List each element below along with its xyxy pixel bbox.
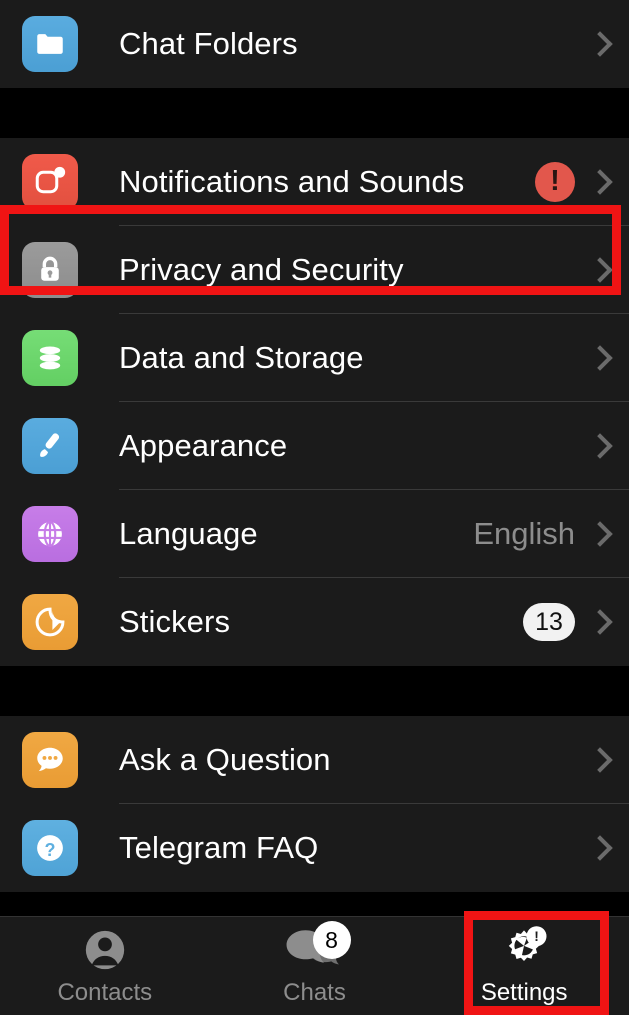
section-gap [0, 88, 629, 138]
telegram-settings-screen: Chat Folders Notifications and Sounds ! [0, 0, 629, 1015]
chevron-right-icon [589, 837, 611, 859]
row-accessories: 13 [523, 603, 629, 641]
tab-settings[interactable]: ! Settings [419, 917, 629, 1015]
settings-row-data-and-storage[interactable]: Data and Storage [0, 314, 629, 402]
row-accessories [589, 749, 629, 771]
settings-row-value: English [473, 516, 575, 551]
svg-text:!: ! [534, 929, 539, 944]
section-help: Ask a Question ? Telegram FAQ [0, 716, 629, 892]
settings-row-privacy-and-security[interactable]: Privacy and Security [0, 226, 629, 314]
tab-contacts[interactable]: Contacts [0, 917, 210, 1015]
row-accessories [589, 259, 629, 281]
section-folders: Chat Folders [0, 0, 629, 88]
chevron-right-icon [589, 611, 611, 633]
settings-row-label: Stickers [119, 604, 231, 639]
tab-chats[interactable]: 8 Chats [210, 917, 420, 1015]
chevron-right-icon [589, 33, 611, 55]
tab-label: Chats [283, 979, 346, 1006]
gear-icon: ! [484, 925, 564, 975]
settings-row-label: Telegram FAQ [119, 830, 319, 865]
person-icon [65, 925, 145, 975]
database-icon [22, 330, 78, 386]
warning-badge-icon: ! [535, 162, 575, 202]
row-accessories: English [473, 516, 629, 552]
row-accessories [589, 347, 629, 369]
settings-row-label: Appearance [119, 428, 288, 463]
settings-row-language[interactable]: Language English [0, 490, 629, 578]
chevron-right-icon [589, 347, 611, 369]
tab-label: Contacts [57, 979, 153, 1006]
chevron-right-icon [589, 749, 611, 771]
bottom-tab-bar: Contacts 8 Chats ! Settings [0, 916, 629, 1015]
chevron-right-icon [589, 435, 611, 457]
sticker-icon [22, 594, 78, 650]
lock-icon [22, 242, 78, 298]
settings-row-label: Notifications and Sounds [119, 164, 465, 199]
notification-icon [22, 154, 78, 210]
globe-icon [22, 506, 78, 562]
row-accessories [589, 435, 629, 457]
settings-row-label: Chat Folders [119, 26, 298, 61]
warning-glyph: ! [550, 164, 560, 197]
folder-icon [22, 16, 78, 72]
sticker-count-badge: 13 [523, 603, 575, 641]
paintbrush-icon [22, 418, 78, 474]
settings-row-notifications-and-sounds[interactable]: Notifications and Sounds ! [0, 138, 629, 226]
settings-row-label: Privacy and Security [119, 252, 404, 287]
section-gap [0, 666, 629, 716]
chats-unread-badge: 8 [312, 921, 351, 959]
settings-row-label: Ask a Question [119, 742, 331, 777]
settings-row-telegram-faq[interactable]: ? Telegram FAQ [0, 804, 629, 892]
chevron-right-icon [589, 259, 611, 281]
settings-row-ask-a-question[interactable]: Ask a Question [0, 716, 629, 804]
settings-row-chat-folders[interactable]: Chat Folders [0, 0, 629, 88]
chat-bubble-icon [22, 732, 78, 788]
row-accessories [589, 33, 629, 55]
chats-icon: 8 [275, 921, 355, 975]
question-mark-icon: ? [22, 820, 78, 876]
chevron-right-icon [589, 523, 611, 545]
row-accessories [589, 837, 629, 859]
row-accessories: ! [535, 162, 629, 202]
settings-row-label: Data and Storage [119, 340, 364, 375]
chevron-right-icon [589, 171, 611, 193]
svg-text:?: ? [45, 840, 56, 860]
section-main-settings: Notifications and Sounds ! Privacy and S… [0, 138, 629, 666]
settings-row-stickers[interactable]: Stickers 13 [0, 578, 629, 666]
settings-row-label: Language [119, 516, 258, 551]
settings-row-appearance[interactable]: Appearance [0, 402, 629, 490]
tab-label: Settings [480, 979, 568, 1006]
